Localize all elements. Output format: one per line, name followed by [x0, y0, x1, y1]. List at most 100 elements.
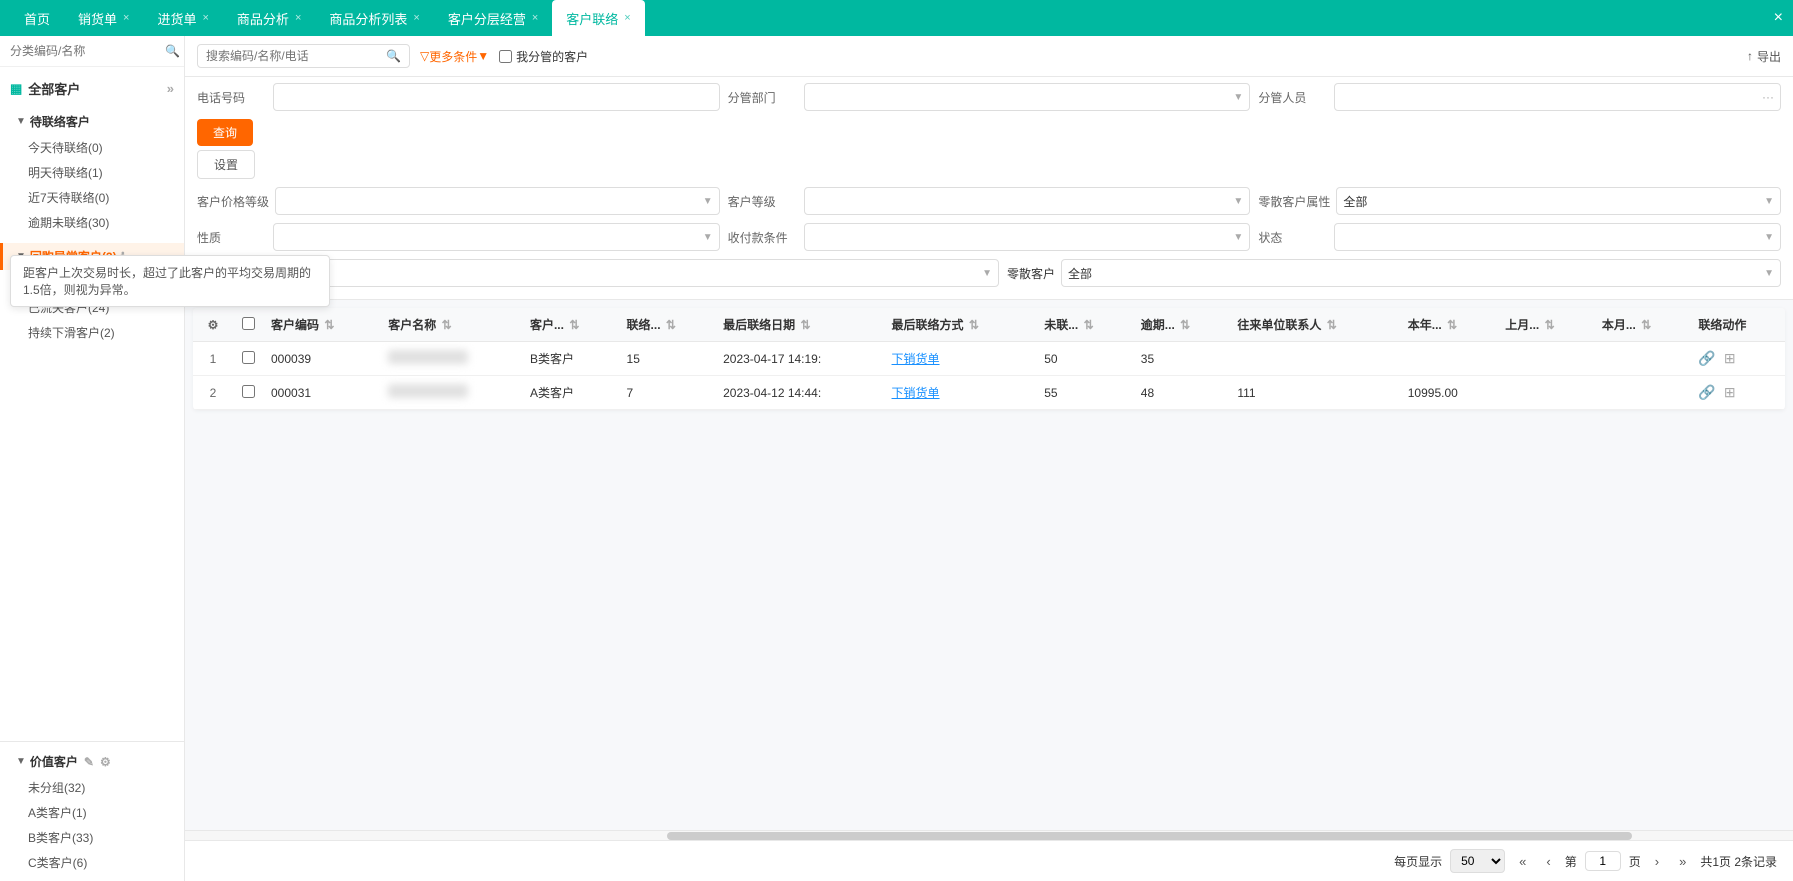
- filter-input-phone[interactable]: [273, 83, 720, 111]
- sort-this-month-icon[interactable]: ⇅: [1641, 318, 1651, 332]
- grid-action-icon-2[interactable]: ⊞: [1724, 384, 1736, 401]
- sort-unit-icon[interactable]: ⇅: [1327, 318, 1337, 332]
- sort-year-icon[interactable]: ⇅: [1447, 318, 1457, 332]
- dots-manager-icon: ···: [1762, 90, 1774, 104]
- tree-root-all-customers[interactable]: ▦ 全部客户 »: [0, 73, 184, 104]
- nav-product-analysis-list[interactable]: 商品分析列表 ×: [315, 0, 433, 36]
- close-customer-contact-icon[interactable]: ×: [624, 12, 630, 24]
- contact-way-link-1[interactable]: 下销货单: [892, 352, 940, 366]
- cell-check-1: [233, 342, 263, 376]
- nav-purchase-order[interactable]: 进货单 ×: [143, 0, 222, 36]
- page-number-input[interactable]: [1585, 851, 1621, 871]
- cell-name-2: [380, 376, 522, 410]
- filter-select-dept[interactable]: ▼: [804, 83, 1251, 111]
- grid-action-icon-1[interactable]: ⊞: [1724, 350, 1736, 367]
- tree-section-pending-title[interactable]: ▼ 待联络客户: [0, 108, 184, 135]
- close-product-analysis-list-icon[interactable]: ×: [413, 12, 419, 24]
- sidebar-item-today[interactable]: 今天待联络(0): [0, 135, 184, 160]
- sidebar-item-7days[interactable]: 近7天待联络(0): [0, 185, 184, 210]
- sidebar-item-tomorrow[interactable]: 明天待联络(1): [0, 160, 184, 185]
- sidebar-search-input[interactable]: [10, 44, 165, 58]
- cell-unit-contacts-2: 111: [1229, 376, 1399, 410]
- sidebar-item-class-c[interactable]: C类客户(6): [0, 850, 184, 875]
- link-icon-2[interactable]: 🔗: [1698, 384, 1715, 401]
- sort-not-contacted-icon[interactable]: ⇅: [1084, 318, 1094, 332]
- filter-select-retail-customer[interactable]: 全部 ▼: [1061, 259, 1781, 287]
- sort-date-icon[interactable]: ⇅: [800, 318, 810, 332]
- link-icon-1[interactable]: 🔗: [1698, 350, 1715, 367]
- row-checkbox-2[interactable]: [242, 385, 255, 398]
- contact-way-link-2[interactable]: 下销货单: [892, 386, 940, 400]
- nav-home[interactable]: 首页: [10, 0, 64, 36]
- last-page-button[interactable]: »: [1673, 852, 1692, 871]
- per-page-select[interactable]: 50 100 200: [1450, 849, 1505, 873]
- more-conditions-button[interactable]: ▽ 更多条件 ▼: [420, 48, 489, 65]
- export-button[interactable]: ↑ 导出: [1747, 48, 1781, 65]
- filter-label-retail-attr: 零散客户属性: [1258, 193, 1330, 210]
- close-all-tabs-button[interactable]: ×: [1774, 9, 1783, 27]
- filter-row-3: 性质 ▼ 收付款条件 ▼ 状态: [197, 223, 1781, 251]
- sidebar-search-icon[interactable]: 🔍: [165, 44, 180, 58]
- settings-icon-th[interactable]: ⚙: [208, 318, 219, 332]
- cell-category-1: B类客户: [522, 342, 619, 376]
- scroll-thumb[interactable]: [667, 832, 1632, 840]
- nav-customer-contact[interactable]: 客户联络 ×: [552, 0, 644, 36]
- select-all-checkbox[interactable]: [242, 317, 255, 330]
- sort-overdue-icon[interactable]: ⇅: [1180, 318, 1190, 332]
- sidebar-item-unclassified[interactable]: 未分组(32): [0, 775, 184, 800]
- cell-this-month-2: [1594, 376, 1691, 410]
- sidebar-item-class-a[interactable]: A类客户(1): [0, 800, 184, 825]
- tree-collapse-icon[interactable]: »: [167, 81, 174, 96]
- nav-sales-order[interactable]: 销货单 ×: [64, 0, 143, 36]
- edit-icon[interactable]: ✎: [84, 755, 94, 769]
- close-product-analysis-icon[interactable]: ×: [295, 12, 301, 24]
- first-page-button[interactable]: «: [1513, 852, 1532, 871]
- filter-select-customer-level[interactable]: ▼: [804, 187, 1251, 215]
- filter-select-status[interactable]: ▼: [1334, 223, 1781, 251]
- customer-name-blurred-1: [388, 350, 468, 364]
- filter-row-1: 电话号码 分管部门 ▼ 分管人员 ···: [197, 83, 1781, 179]
- next-page-button[interactable]: ›: [1649, 852, 1665, 871]
- settings-button[interactable]: 设置: [197, 150, 255, 179]
- settings-icon-sidebar[interactable]: ⚙: [100, 755, 111, 769]
- pagination-bar: 每页显示 50 100 200 « ‹ 第 页 › » 共1页 2条记录: [185, 840, 1793, 881]
- nav-customer-layered[interactable]: 客户分层经营 ×: [434, 0, 552, 36]
- per-page-label: 每页显示: [1394, 853, 1442, 870]
- prev-page-button[interactable]: ‹: [1540, 852, 1556, 871]
- close-customer-layered-icon[interactable]: ×: [532, 12, 538, 24]
- filter-select-manager[interactable]: ···: [1334, 83, 1781, 111]
- filter-select-payment-terms[interactable]: ▼: [804, 223, 1251, 251]
- cell-check-2: [233, 376, 263, 410]
- sort-name-icon[interactable]: ⇅: [442, 318, 452, 332]
- filter-select-price-level[interactable]: ▼: [275, 187, 720, 215]
- close-sales-order-icon[interactable]: ×: [123, 12, 129, 24]
- close-purchase-order-icon[interactable]: ×: [202, 12, 208, 24]
- sidebar-item-overdue-contact[interactable]: 逾期未联络(30): [0, 210, 184, 235]
- sort-contact-icon[interactable]: ⇅: [666, 318, 676, 332]
- sort-last-month-icon[interactable]: ⇅: [1545, 318, 1555, 332]
- query-button[interactable]: 查询: [197, 119, 253, 146]
- sort-category-icon[interactable]: ⇅: [569, 318, 579, 332]
- table-area[interactable]: ⚙ 客户编码 ⇅ 客户名称 ⇅: [185, 300, 1793, 830]
- sidebar-item-declining[interactable]: 持续下滑客户(2): [0, 320, 184, 345]
- my-customers-checkbox[interactable]: [499, 50, 512, 63]
- horizontal-scrollbar[interactable]: [185, 830, 1793, 840]
- main-search-icon[interactable]: 🔍: [386, 49, 401, 63]
- advanced-filter: 电话号码 分管部门 ▼ 分管人员 ···: [185, 77, 1793, 300]
- cell-way-2: 下销货单: [884, 376, 1037, 410]
- row-checkbox-1[interactable]: [242, 351, 255, 364]
- filter-cell-phone: 电话号码: [197, 83, 720, 111]
- filter-select-nature[interactable]: ▼: [273, 223, 720, 251]
- sidebar-item-class-b[interactable]: B类客户(33): [0, 825, 184, 850]
- sort-code-icon[interactable]: ⇅: [324, 318, 334, 332]
- chevron-dept-icon: ▼: [1233, 92, 1243, 103]
- tooltip-text: 距客户上次交易时长，超过了此客户的平均交易周期的1.5倍，则视为异常。: [185, 266, 311, 297]
- main-search-input[interactable]: [206, 49, 386, 63]
- nav-product-analysis[interactable]: 商品分析 ×: [223, 0, 315, 36]
- sort-way-icon[interactable]: ⇅: [969, 318, 979, 332]
- tree-section-value-title[interactable]: ▼ 价值客户 ✎ ⚙: [0, 748, 184, 775]
- tree-section-pending: ▼ 待联络客户 今天待联络(0) 明天待联络(1) 近7天待联络(0) 逾期未联…: [0, 104, 184, 239]
- cell-last-month-2: [1497, 376, 1594, 410]
- filter-select-retail-attr[interactable]: 全部 ▼: [1336, 187, 1781, 215]
- filter-select-customer-type[interactable]: ▼: [279, 259, 999, 287]
